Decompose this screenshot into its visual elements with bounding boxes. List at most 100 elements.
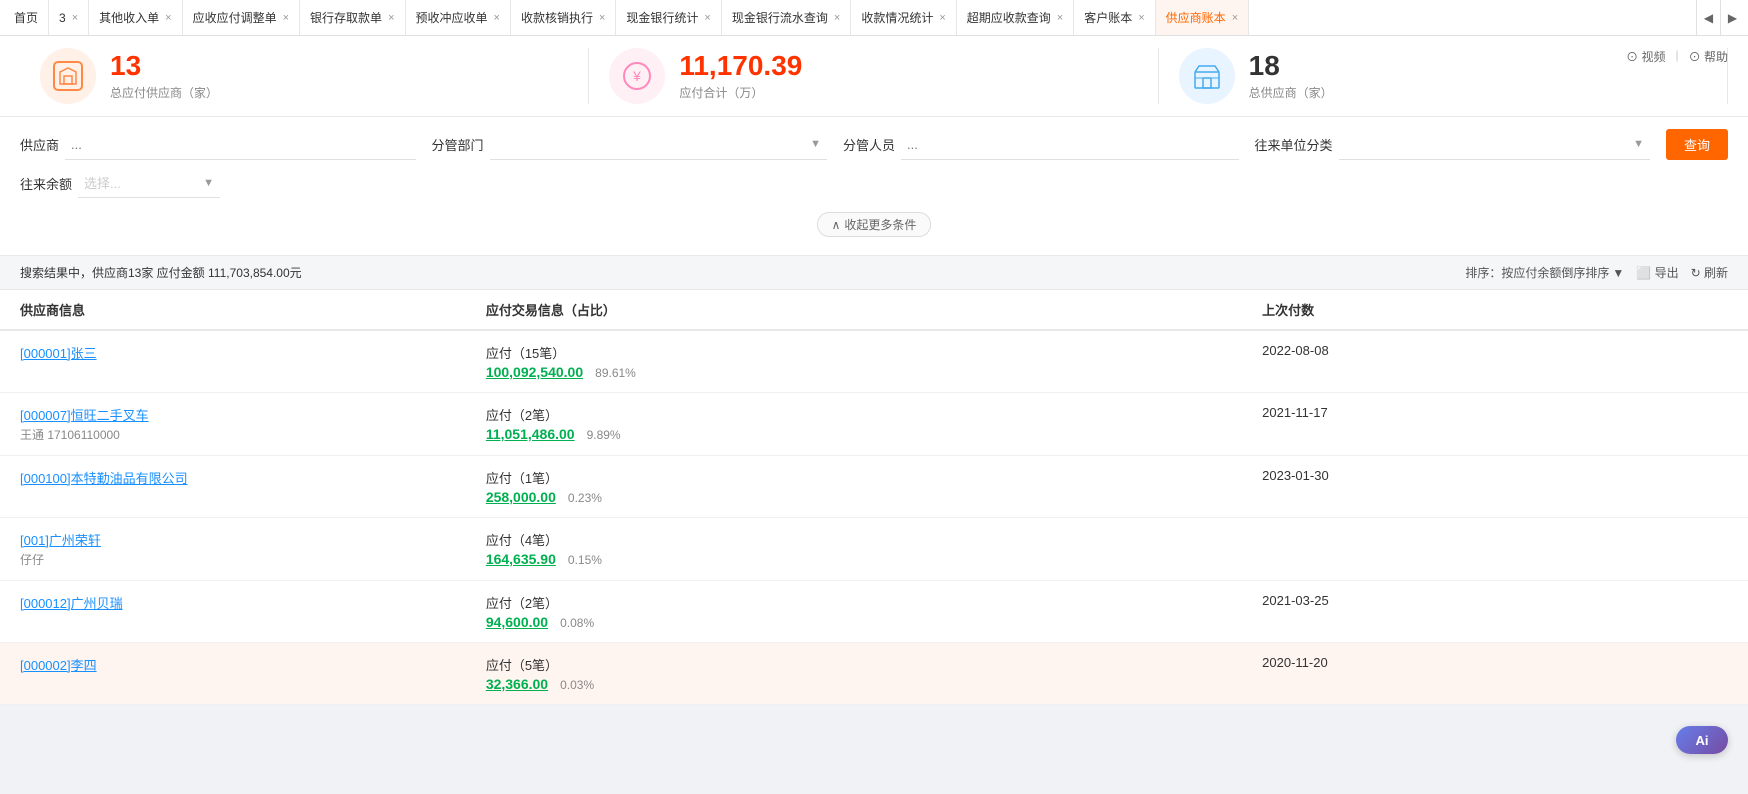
summary-helpers: ⊙ 视频 | ⊙ 帮助 [1626,48,1728,65]
ai-label: Ai [1696,733,1709,748]
payable-amount-3[interactable]: 164,635.90 [486,551,556,567]
table-row: [000012]广州贝瑞 应付（2笔） 94,600.00 0.08% 2021… [0,581,1748,643]
nav-tab-receipt-verify[interactable]: 收款核销执行 × [511,0,616,36]
export-icon: ⬜ [1636,266,1651,280]
person-input[interactable] [901,130,1238,160]
nav-tab-cash-bank-stat[interactable]: 现金银行统计 × [616,0,721,36]
filter-supplier: 供应商 [20,130,416,160]
category-filter-label: 往来单位分类 [1255,135,1333,154]
supplier-link-000002[interactable]: [000002]李四 [20,655,486,674]
payable-info-cell: 应付（1笔） 258,000.00 0.23% [486,468,1262,505]
category-select[interactable]: ▼ [1339,130,1650,160]
nav-tab-supplier-account-close[interactable]: × [1232,12,1238,24]
payable-percent-2: 0.23% [568,491,602,505]
help-link[interactable]: ⊙ 帮助 [1689,48,1728,65]
video-link[interactable]: ⊙ 视频 [1626,48,1665,65]
nav-tab-cash-bank-flow-close[interactable]: × [834,12,840,24]
nav-tab-cash-bank-stat-label: 现金银行统计 [626,9,698,26]
nav-tab-collection-stat[interactable]: 收款情况统计 × [851,0,956,36]
nav-tab-ap-adjust-close[interactable]: × [283,12,289,24]
payable-percent-5: 0.03% [560,678,594,692]
payable-amount-row: 164,635.90 0.15% [486,551,1262,567]
query-button[interactable]: 查询 [1666,129,1728,160]
nav-tab-overdue-query[interactable]: 超期应收款查询 × [957,0,1074,36]
payable-percent-1: 9.89% [587,428,621,442]
filter-area: 供应商 分管部门 ▼ 分管人员 往来单位分类 ▼ 查询 往来余额 选择 [0,117,1748,256]
payable-percent-4: 0.08% [560,616,594,630]
summary-payable-text: 11,170.39 应付合计（万） [679,51,802,101]
nav-tab-other-income[interactable]: 其他收入单 × [89,0,182,36]
payable-label-0: 应付（15笔） [486,343,1262,362]
supplier-link-000007[interactable]: [000007]恒旺二手叉车 [20,405,486,424]
lastpay-cell-1: 2021-11-17 [1262,405,1728,420]
nav-tab-advance-offset-label: 预收冲应收单 [416,9,488,26]
ai-assistant-button[interactable]: Ai [1676,726,1728,754]
last-pay-date-0: 2022-08-08 [1262,341,1329,358]
balance-select[interactable]: 选择... ▼ [78,168,220,198]
supplier-input[interactable] [65,130,415,160]
person-filter-label: 分管人员 [843,135,895,154]
supplier-link-001[interactable]: [001]广州荣轩 [20,530,486,549]
nav-tab-ap-adjust[interactable]: 应收应付调整单 × [183,0,300,36]
nav-arrows: ◀ ▶ [1696,0,1744,36]
nav-tab-collection-stat-close[interactable]: × [939,12,945,24]
nav-tab-supplier-account[interactable]: 供应商账本 × [1156,0,1249,36]
nav-tab-3[interactable]: 3 × [49,0,89,36]
balance-filter-label: 往来余额 [20,174,72,193]
data-table: 供应商信息 应付交易信息（占比） 上次付数 [000001]张三 应付（15笔）… [0,290,1748,705]
sort-button[interactable]: 排序：按应付余额倒序排序 ▼ [1465,264,1624,281]
dept-select[interactable]: ▼ [490,130,827,160]
payable-amount-1[interactable]: 11,051,486.00 [486,426,575,442]
nav-next-button[interactable]: ▶ [1720,0,1744,36]
dept-filter-label: 分管部门 [432,135,484,154]
nav-tab-customer-account-label: 客户账本 [1084,9,1132,26]
sort-label: 排序：按应付余额倒序排序 [1465,264,1609,281]
nav-tab-cash-bank-stat-close[interactable]: × [704,12,710,24]
supplier-link-000100[interactable]: [000100]本特勤油品有限公司 [20,468,486,487]
nav-tab-home[interactable]: 首页 [4,0,49,36]
export-label: 导出 [1655,266,1679,280]
nav-tab-advance-offset[interactable]: 预收冲应收单 × [406,0,511,36]
supplier-contact-000007: 王通 17106110000 [20,426,486,443]
col-header-payable: 应付交易信息（占比） [486,300,1262,319]
refresh-button[interactable]: ↻ 刷新 [1691,264,1728,281]
nav-tab-customer-account[interactable]: 客户账本 × [1074,0,1155,36]
payable-amount-row: 11,051,486.00 9.89% [486,426,1262,442]
payable-amount-2[interactable]: 258,000.00 [486,489,556,505]
total-supplier-label: 总供应商（家） [1249,84,1333,101]
supplier-count-label: 总应付供应商（家） [110,84,218,101]
last-pay-date-4: 2021-03-25 [1262,591,1329,608]
nav-tab-advance-offset-close[interactable]: × [494,12,500,24]
last-pay-date-5: 2020-11-20 [1262,653,1328,670]
nav-tab-ap-adjust-label: 应收应付调整单 [193,9,277,26]
supplier-count: 13 [110,51,218,82]
supplier-link-000001[interactable]: [000001]张三 [20,343,486,362]
supplier-link-000012[interactable]: [000012]广州贝瑞 [20,593,486,612]
nav-tab-cash-bank-flow[interactable]: 现金银行流水查询 × [722,0,851,36]
svg-text:¥: ¥ [632,68,641,84]
nav-tab-receipt-verify-label: 收款核销执行 [521,9,593,26]
nav-tab-bank-deposit[interactable]: 银行存取款单 × [300,0,405,36]
payable-info-cell: 应付（4笔） 164,635.90 0.15% [486,530,1262,567]
nav-tab-3-close[interactable]: × [72,12,78,24]
col-header-lastpay: 上次付数 [1262,300,1728,319]
nav-tab-overdue-query-close[interactable]: × [1057,12,1063,24]
table-row: [001]广州荣轩 仔仔 应付（4笔） 164,635.90 0.15% [0,518,1748,581]
payable-amount-0[interactable]: 100,092,540.00 [486,364,583,380]
nav-tab-collection-stat-label: 收款情况统计 [861,9,933,26]
payable-label-1: 应付（2笔） [486,405,1262,424]
nav-tab-receipt-verify-close[interactable]: × [599,12,605,24]
payable-amount-5[interactable]: 32,366.00 [486,676,548,692]
payable-info-cell: 应付（5笔） 32,366.00 0.03% [486,655,1262,692]
payable-label-3: 应付（4笔） [486,530,1262,549]
nav-tab-customer-account-close[interactable]: × [1138,12,1144,24]
payable-amount-4[interactable]: 94,600.00 [486,614,548,630]
collapse-button[interactable]: ∧ 收起更多条件 [817,212,932,237]
nav-tab-other-income-close[interactable]: × [165,12,171,24]
nav-tab-bank-deposit-close[interactable]: × [388,12,394,24]
payable-amount-row: 32,366.00 0.03% [486,676,1262,692]
results-actions: 排序：按应付余额倒序排序 ▼ ⬜ 导出 ↻ 刷新 [1465,264,1728,281]
filter-person: 分管人员 [843,130,1239,160]
export-button[interactable]: ⬜ 导出 [1636,264,1678,281]
nav-prev-button[interactable]: ◀ [1696,0,1720,36]
